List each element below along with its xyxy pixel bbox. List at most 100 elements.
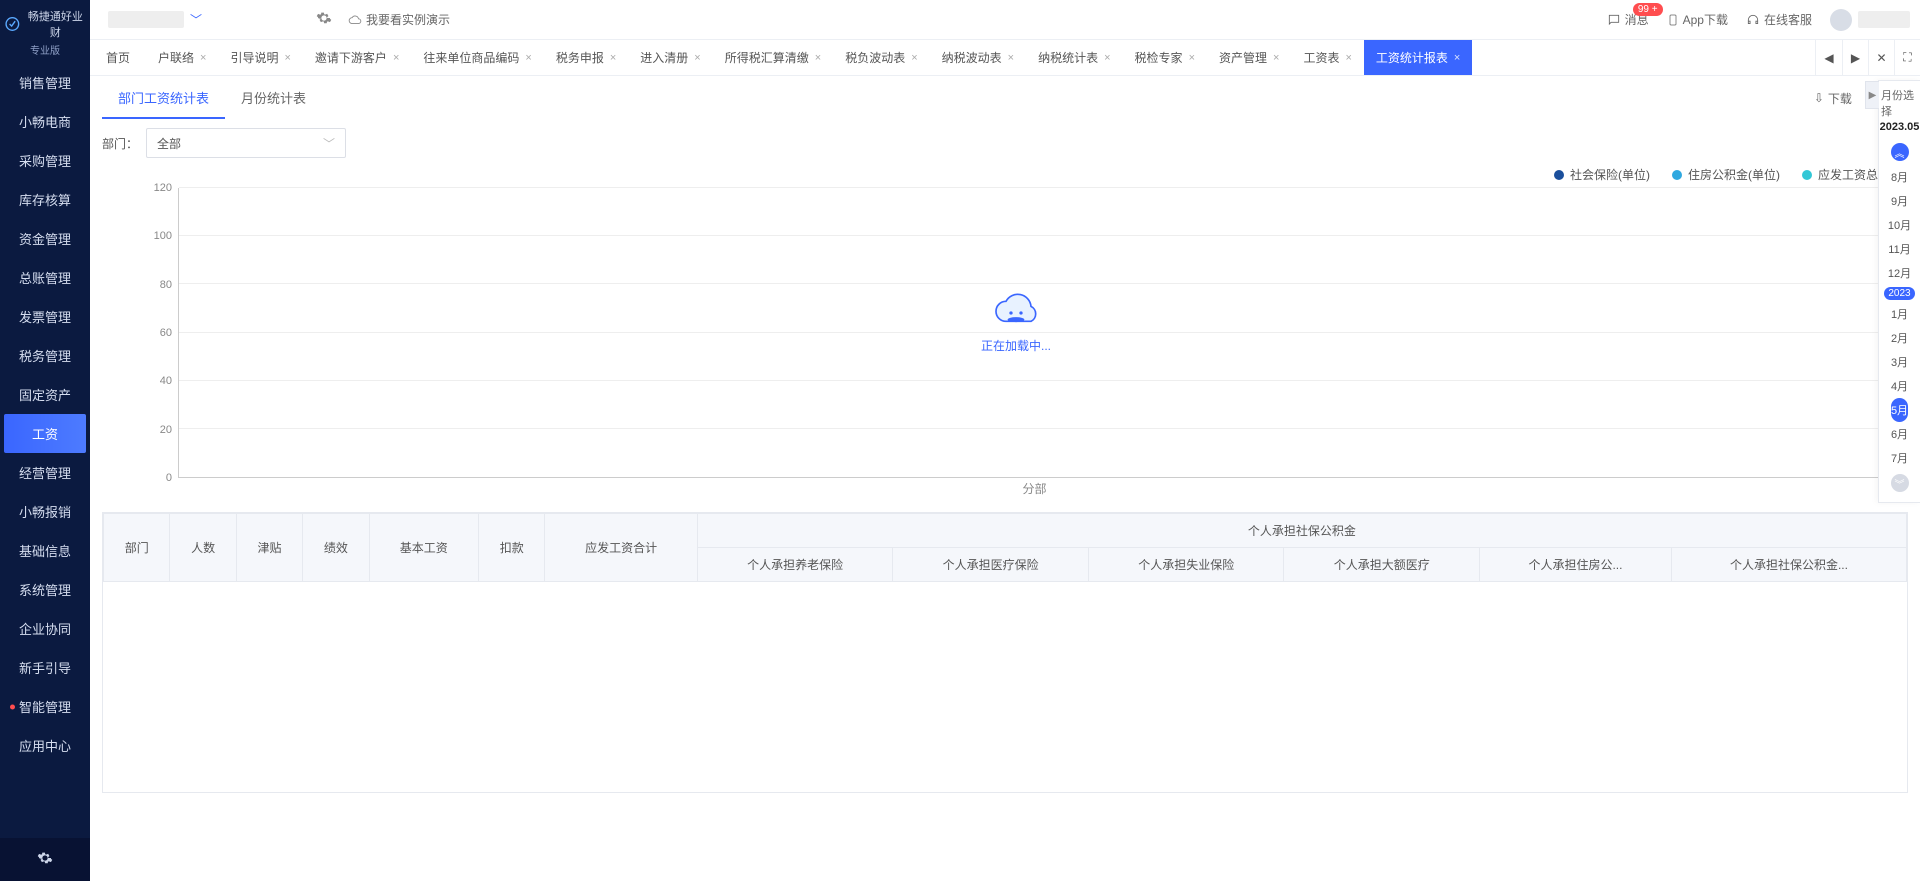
month-scroll-up[interactable]: ︽ bbox=[1891, 143, 1909, 161]
avatar-icon bbox=[1830, 9, 1852, 31]
sidebar-item-7[interactable]: 税务管理 bbox=[0, 336, 90, 375]
tab-10[interactable]: 税检专家× bbox=[1123, 40, 1207, 75]
sidebar-item-16[interactable]: 智能管理 bbox=[0, 687, 90, 726]
month-option[interactable]: 10月 bbox=[1888, 213, 1911, 237]
legend-item-2[interactable]: 应发工资总额 bbox=[1802, 166, 1890, 183]
sidebar-item-14[interactable]: 企业协同 bbox=[0, 609, 90, 648]
online-service-button[interactable]: 在线客服 bbox=[1746, 11, 1812, 28]
month-scroll-down[interactable]: ︾ bbox=[1891, 474, 1909, 492]
close-icon[interactable]: × bbox=[1273, 52, 1279, 64]
close-icon[interactable]: × bbox=[200, 52, 206, 64]
month-panel-toggle[interactable]: ▶ bbox=[1865, 81, 1879, 109]
tab-home[interactable]: 首页 bbox=[90, 40, 146, 75]
subtabs-row: 部门工资统计表月份统计表 ⇩ 下载 ⟳ 刷新 bbox=[102, 76, 1908, 120]
month-option[interactable]: 11月 bbox=[1888, 237, 1911, 261]
month-option[interactable]: 4月 bbox=[1891, 374, 1908, 398]
sidebar-item-13[interactable]: 系统管理 bbox=[0, 570, 90, 609]
sidebar-settings-button[interactable] bbox=[0, 838, 90, 881]
close-icon[interactable]: × bbox=[610, 52, 616, 64]
tab-13[interactable]: 工资统计报表× bbox=[1364, 40, 1472, 75]
subtab-1[interactable]: 月份统计表 bbox=[225, 78, 322, 119]
sidebar-item-6[interactable]: 发票管理 bbox=[0, 297, 90, 336]
sidebar-item-8[interactable]: 固定资产 bbox=[0, 375, 90, 414]
brand-logo-icon bbox=[4, 15, 21, 33]
sidebar-item-15[interactable]: 新手引导 bbox=[0, 648, 90, 687]
tab-12[interactable]: 工资表× bbox=[1291, 40, 1363, 75]
tab-5[interactable]: 进入清册× bbox=[628, 40, 712, 75]
month-option[interactable]: 5月 bbox=[1891, 398, 1908, 422]
sidebar-item-10[interactable]: 经营管理 bbox=[0, 453, 90, 492]
tab-4[interactable]: 税务申报× bbox=[544, 40, 628, 75]
table-header: 绩效 bbox=[303, 514, 369, 582]
sidebar-item-0[interactable]: 销售管理 bbox=[0, 63, 90, 102]
sidebar-item-label: 智能管理 bbox=[19, 700, 71, 715]
close-icon[interactable]: × bbox=[694, 52, 700, 64]
legend-item-0[interactable]: 社会保险(单位) bbox=[1554, 166, 1650, 183]
tab-3[interactable]: 往来单位商品编码 × bbox=[411, 40, 543, 75]
y-tick: 20 bbox=[142, 424, 172, 436]
month-option[interactable]: 12月 bbox=[1888, 261, 1911, 285]
month-option[interactable]: 1月 bbox=[1891, 302, 1908, 326]
sidebar-item-5[interactable]: 总账管理 bbox=[0, 258, 90, 297]
sidebar-item-11[interactable]: 小畅报销 bbox=[0, 492, 90, 531]
dept-select[interactable]: 全部 ﹀ bbox=[146, 128, 346, 158]
demo-link[interactable]: 我要看实例演示 bbox=[348, 11, 450, 28]
tab-6[interactable]: 所得税汇算清缴× bbox=[713, 40, 833, 75]
tab-scroll-left[interactable]: ◀ bbox=[1816, 40, 1842, 76]
tab-close-all[interactable]: ✕ bbox=[1868, 40, 1894, 76]
tab-scroll-right[interactable]: ▶ bbox=[1842, 40, 1868, 76]
org-selector[interactable]: ﹀ bbox=[100, 7, 310, 32]
sidebar-item-9[interactable]: 工资 bbox=[4, 414, 86, 453]
month-option[interactable]: 6月 bbox=[1891, 422, 1908, 446]
month-option[interactable]: 2月 bbox=[1891, 326, 1908, 350]
close-icon[interactable]: × bbox=[1189, 52, 1195, 64]
close-icon[interactable]: × bbox=[1454, 52, 1460, 64]
tab-0[interactable]: 户联络× bbox=[146, 40, 218, 75]
close-icon[interactable]: × bbox=[284, 52, 290, 64]
fullscreen-button[interactable]: ⛶ bbox=[1894, 40, 1920, 76]
sidebar-item-label: 经营管理 bbox=[19, 466, 71, 481]
headset-icon bbox=[1746, 13, 1760, 27]
tab-label: 资产管理 bbox=[1219, 49, 1267, 66]
tab-9[interactable]: 纳税统计表 × bbox=[1026, 40, 1122, 75]
close-icon[interactable]: × bbox=[815, 52, 821, 64]
table-header: 津贴 bbox=[236, 514, 302, 582]
legend-item-1[interactable]: 住房公积金(单位) bbox=[1672, 166, 1780, 183]
sidebar-item-3[interactable]: 库存核算 bbox=[0, 180, 90, 219]
download-button[interactable]: ⇩ 下载 bbox=[1814, 90, 1852, 107]
tab-1[interactable]: 引导说明× bbox=[218, 40, 302, 75]
sidebar-item-4[interactable]: 资金管理 bbox=[0, 219, 90, 258]
tab-11[interactable]: 资产管理 × bbox=[1207, 40, 1291, 75]
tab-label: 纳税统计表 bbox=[1038, 49, 1098, 66]
tab-8[interactable]: 纳税波动表× bbox=[930, 40, 1026, 75]
table-header: 人数 bbox=[170, 514, 236, 582]
messages-button[interactable]: 消息 99 + bbox=[1607, 11, 1649, 28]
close-icon[interactable]: × bbox=[1345, 52, 1351, 64]
tab-7[interactable]: 税负波动表× bbox=[833, 40, 929, 75]
dept-filter-label: 部门： bbox=[102, 135, 138, 152]
month-option[interactable]: 9月 bbox=[1888, 189, 1911, 213]
month-option[interactable]: 3月 bbox=[1891, 350, 1908, 374]
sidebar-item-1[interactable]: 小畅电商 bbox=[0, 102, 90, 141]
table-header: 扣款 bbox=[479, 514, 545, 582]
y-tick: 40 bbox=[142, 375, 172, 387]
month-option[interactable]: 7月 bbox=[1891, 446, 1908, 470]
close-icon[interactable]: × bbox=[393, 52, 399, 64]
subtab-0[interactable]: 部门工资统计表 bbox=[102, 78, 225, 119]
month-option[interactable]: 8月 bbox=[1888, 165, 1911, 189]
close-icon[interactable]: × bbox=[1008, 52, 1014, 64]
sidebar-item-12[interactable]: 基础信息 bbox=[0, 531, 90, 570]
sidebar-item-17[interactable]: 应用中心 bbox=[0, 726, 90, 765]
sidebar-item-label: 工资 bbox=[32, 427, 58, 442]
user-menu[interactable] bbox=[1830, 9, 1910, 31]
org-settings-button[interactable] bbox=[316, 10, 332, 29]
tab-2[interactable]: 邀请下游客户× bbox=[303, 40, 411, 75]
sidebar-item-2[interactable]: 采购管理 bbox=[0, 141, 90, 180]
app-download-button[interactable]: App下载 bbox=[1667, 11, 1728, 28]
month-panel-selected: 2023.05 bbox=[1880, 121, 1920, 133]
legend-dot-icon bbox=[1672, 170, 1682, 180]
close-icon[interactable]: × bbox=[1104, 52, 1110, 64]
close-icon[interactable]: × bbox=[525, 52, 531, 64]
tab-label: 往来单位商品编码 bbox=[423, 49, 519, 66]
close-icon[interactable]: × bbox=[911, 52, 917, 64]
